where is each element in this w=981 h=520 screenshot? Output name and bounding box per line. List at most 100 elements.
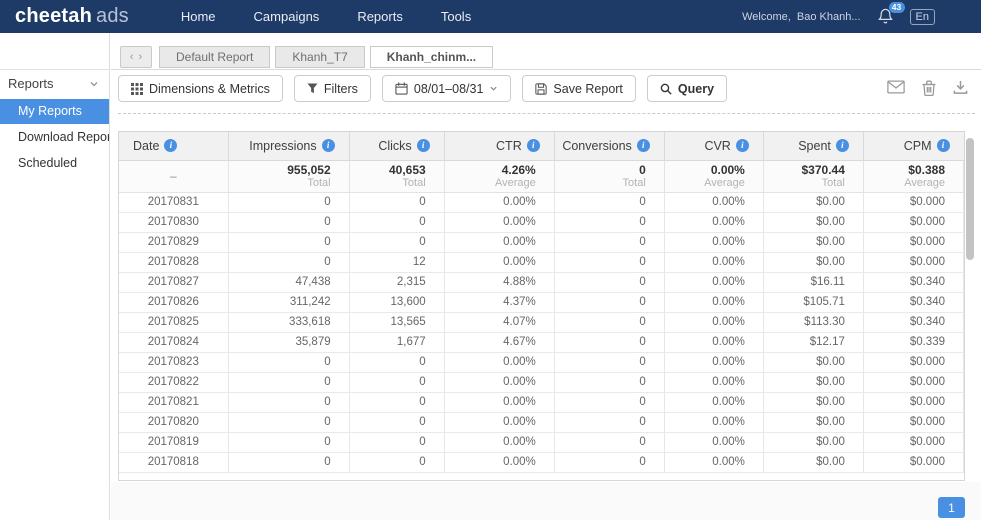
summary-cell: $0.388 Average <box>863 160 964 193</box>
table-row: 20170819 0 0 0.00% 0 0.00% $0.00 $0.000 <box>119 432 964 453</box>
column-header-wrap: Conversions i <box>562 139 650 153</box>
column-header-label: CVR <box>704 138 731 153</box>
dimensions-metrics-button[interactable]: Dimensions & Metrics <box>118 75 283 102</box>
date-cell: 20170825 <box>119 312 229 333</box>
nav-item-tools[interactable]: Tools <box>441 9 471 24</box>
brand-logo-bold: cheetah <box>15 5 92 27</box>
metric-cell: $0.00 <box>763 372 864 393</box>
info-icon[interactable]: i <box>416 139 430 153</box>
date-range-button[interactable]: 08/01–08/31 <box>381 75 512 102</box>
brand-logo[interactable]: cheetah ads <box>15 5 129 28</box>
sidebar-item-scheduled[interactable]: Scheduled <box>0 151 109 176</box>
download-icon[interactable] <box>953 80 968 96</box>
tab-khanh-t7[interactable]: Khanh_T7 <box>275 46 365 68</box>
table-scrollbar-thumb[interactable] <box>966 138 974 260</box>
column-header-clicks[interactable]: Clicks i <box>349 132 445 161</box>
tab-khanh-chinm[interactable]: Khanh_chinm... <box>369 46 494 68</box>
summary-value: 40,653 <box>388 162 426 177</box>
metric-cell: 4.37% <box>444 292 555 313</box>
summary-value: 955,052 <box>287 162 331 177</box>
tab-scroll-right-icon[interactable]: › <box>139 51 143 63</box>
column-header-cvr[interactable]: CVR i <box>664 132 764 161</box>
metric-cell: 0.00% <box>444 372 555 393</box>
toolbar-separator <box>118 113 975 114</box>
nav-item-home[interactable]: Home <box>181 9 216 24</box>
metric-cell: 12 <box>349 252 445 273</box>
summary-kind-label: Total <box>307 176 331 189</box>
filters-label: Filters <box>323 81 358 96</box>
date-cell: 20170820 <box>119 412 229 433</box>
info-icon[interactable]: i <box>636 139 650 153</box>
info-icon[interactable]: i <box>164 139 178 153</box>
table-row: 20170827 47,438 2,315 4.88% 0 0.00% $16.11 $0.3… <box>119 272 964 293</box>
info-icon[interactable]: i <box>735 139 749 153</box>
date-cell: 20170821 <box>119 392 229 413</box>
report-action-icons <box>887 80 968 96</box>
column-header-conversions[interactable]: Conversions i <box>554 132 665 161</box>
summary-cell: 955,052 Total <box>228 160 350 193</box>
column-header-impressions[interactable]: Impressions i <box>228 132 350 161</box>
table-row: 20170820 0 0 0.00% 0 0.00% $0.00 $0.000 <box>119 412 964 433</box>
filters-button[interactable]: Filters <box>293 75 371 102</box>
column-header-cpm[interactable]: CPM i <box>863 132 964 161</box>
sidebar-spacer <box>0 33 109 70</box>
summary-kind-label: Total <box>402 176 426 189</box>
pagination-page-1-button[interactable]: 1 <box>938 497 965 518</box>
info-icon[interactable]: i <box>321 139 335 153</box>
date-range-label: 08/01–08/31 <box>413 81 484 96</box>
sidebar-item-my-reports[interactable]: My Reports <box>0 99 109 124</box>
tab-default-report[interactable]: Default Report <box>159 46 271 68</box>
email-icon[interactable] <box>887 80 905 96</box>
info-icon[interactable]: i <box>526 139 540 153</box>
sidebar-item-download-report[interactable]: Download Report <box>0 125 109 150</box>
nav-item-reports[interactable]: Reports <box>357 9 403 24</box>
info-icon[interactable]: i <box>835 139 849 153</box>
tab-scroll-left-icon[interactable]: ‹ <box>130 51 134 63</box>
column-header-date[interactable]: Date i <box>119 132 229 161</box>
sidebar-group-reports[interactable]: Reports <box>0 70 109 98</box>
metric-cell: 0 <box>554 332 665 353</box>
welcome-label: Welcome, <box>742 10 791 23</box>
metric-cell: 0.00% <box>444 352 555 373</box>
info-icon[interactable]: i <box>936 139 950 153</box>
query-button[interactable]: Query <box>646 75 728 102</box>
toolbar: Dimensions & Metrics Filters 08/01–08/31… <box>118 75 981 103</box>
column-header-wrap: Date i <box>133 139 214 153</box>
metric-cell: 0 <box>349 392 445 413</box>
metric-cell: $0.00 <box>763 192 864 213</box>
language-selector[interactable]: En <box>909 8 935 25</box>
summary-cell: 0.00% Average <box>664 160 764 193</box>
table-header-row: Date i Impressions i Clicks i CTR i Conversions i… <box>119 132 964 161</box>
metric-cell: 0 <box>349 412 445 433</box>
metric-cell: 0 <box>554 352 665 373</box>
column-header-spent[interactable]: Spent i <box>763 132 864 161</box>
metric-cell: 0.00% <box>444 212 555 233</box>
metric-cell: 13,565 <box>349 312 445 333</box>
column-header-wrap: Spent i <box>778 139 849 153</box>
notifications-bell-icon[interactable]: 43 <box>877 2 905 25</box>
metric-cell: $0.339 <box>863 332 964 353</box>
table-row: 20170818 0 0 0.00% 0 0.00% $0.00 $0.000 <box>119 452 964 473</box>
metric-cell: 0 <box>349 452 445 473</box>
metric-cell: 0.00% <box>664 352 764 373</box>
metric-cell: $0.000 <box>863 432 964 453</box>
metric-cell: $0.00 <box>763 412 864 433</box>
query-label: Query <box>677 81 715 96</box>
grid-icon <box>131 82 143 95</box>
nav-item-campaigns[interactable]: Campaigns <box>254 9 320 24</box>
table-row: 20170823 0 0 0.00% 0 0.00% $0.00 $0.000 <box>119 352 964 373</box>
column-header-ctr[interactable]: CTR i <box>444 132 555 161</box>
trash-icon[interactable] <box>922 80 936 96</box>
save-report-button[interactable]: Save Report <box>522 75 636 102</box>
metric-cell: 0.00% <box>664 332 764 353</box>
metric-cell: $0.00 <box>763 352 864 373</box>
app-root: cheetah ads Home Campaigns Reports Tools Wel… <box>0 0 981 520</box>
metric-cell: 0 <box>554 292 665 313</box>
metric-cell: $0.000 <box>863 392 964 413</box>
tab-strip: ‹ › Default Report Khanh_T7 Khanh_chinm... <box>111 33 981 70</box>
metric-cell: $0.340 <box>863 312 964 333</box>
table-row: 20170826 311,242 13,600 4.37% 0 0.00% $105.71 $… <box>119 292 964 313</box>
metric-cell: 0 <box>228 212 350 233</box>
welcome-user[interactable]: Welcome, Bao Khanh... <box>742 11 860 23</box>
date-cell: 20170827 <box>119 272 229 293</box>
